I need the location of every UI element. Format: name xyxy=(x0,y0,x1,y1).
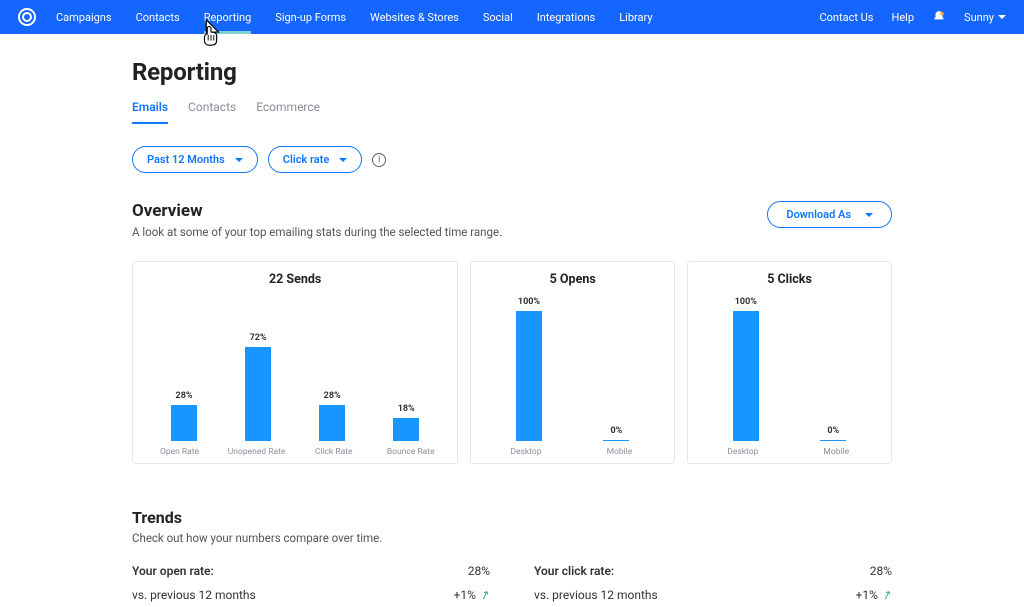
help-link[interactable]: Help xyxy=(892,11,915,24)
chevron-down-icon xyxy=(235,158,243,166)
overview-sub: A look at some of your top emailing stat… xyxy=(132,225,767,239)
chart-value-label: 28% xyxy=(176,391,193,401)
top-nav: Campaigns Contacts Reporting Sign-up Forms W… xyxy=(0,0,1024,34)
nav-item-contacts[interactable]: Contacts xyxy=(136,1,180,34)
trend-column: Your click rate: 28% vs. previous 12 month… xyxy=(534,559,892,607)
brand-logo[interactable] xyxy=(18,8,36,26)
nav-item-websites-stores[interactable]: Websites & Stores xyxy=(370,1,459,34)
chevron-down-icon xyxy=(339,158,347,166)
nav-item-social[interactable]: Social xyxy=(483,1,513,34)
chart-title: 22 Sends xyxy=(141,272,449,287)
chart-x-label: Click Rate xyxy=(304,447,364,457)
trends-sub: Check out how your numbers compare over … xyxy=(132,531,892,545)
chart-bar-fill xyxy=(393,418,419,441)
chart-x-label: Unopened Rate xyxy=(227,447,287,457)
chart-panels: 22 Sends 28% 72% 28% 18% Open Rate Unopened Ra… xyxy=(132,261,892,464)
nav-item-campaigns[interactable]: Campaigns xyxy=(56,1,112,34)
chart-bar-fill xyxy=(516,311,542,441)
chevron-down-icon xyxy=(998,15,1006,23)
chart-x-label: Desktop xyxy=(486,447,566,457)
chart-panel-2: 5 Clicks 100% 0% Desktop Mobile xyxy=(687,261,892,464)
chart-value-label: 0% xyxy=(827,426,839,436)
chart-bar-fill xyxy=(733,311,759,441)
chart-bar-fill xyxy=(319,405,345,441)
chart-bar-fill xyxy=(603,440,629,441)
chart-bar: 100% xyxy=(706,297,786,441)
chart-x-labels: Desktop Mobile xyxy=(479,447,666,457)
trend-row: vs. previous 12 months +1%↗ xyxy=(534,583,892,607)
trend-row: Your click rate: 28% xyxy=(534,559,892,583)
chart-bar-fill xyxy=(820,440,846,441)
chart-bar: 72% xyxy=(228,333,288,441)
download-as-button[interactable]: Download As xyxy=(767,201,892,228)
info-icon[interactable]: i xyxy=(372,153,386,167)
contact-link[interactable]: Contact Us xyxy=(820,11,874,24)
trend-label: Your open rate: xyxy=(132,564,214,578)
chart-value-label: 100% xyxy=(518,297,540,307)
bell-icon[interactable] xyxy=(932,10,946,24)
tab-ecommerce[interactable]: Ecommerce xyxy=(256,100,320,124)
trend-row: vs. previous 12 months +1%↗ xyxy=(132,583,490,607)
chart-bar: 18% xyxy=(376,404,436,441)
chart-x-label: Desktop xyxy=(703,447,783,457)
chart-value-label: 0% xyxy=(611,426,623,436)
user-menu[interactable]: Sunny xyxy=(964,11,1006,24)
chart-bar: 28% xyxy=(154,391,214,441)
chart-bar-fill xyxy=(245,347,271,441)
trends-heading: Trends xyxy=(132,508,892,527)
trend-value: +1%↗ xyxy=(856,588,892,602)
chart-bar: 0% xyxy=(576,426,656,441)
chart-value-label: 72% xyxy=(250,333,267,343)
trend-row: Your open rate: 28% xyxy=(132,559,490,583)
bar-chart: 100% 0% xyxy=(696,291,883,441)
range-filter[interactable]: Past 12 Months xyxy=(132,146,258,173)
metric-filter[interactable]: Click rate xyxy=(268,146,362,173)
chart-bar: 100% xyxy=(489,297,569,441)
nav-item-integrations[interactable]: Integrations xyxy=(537,1,595,34)
chart-panel-0: 22 Sends 28% 72% 28% 18% Open Rate Unopened Ra… xyxy=(132,261,458,464)
chart-value-label: 28% xyxy=(324,391,341,401)
trend-label: vs. previous 12 months xyxy=(132,588,256,602)
trend-up-icon: ↗ xyxy=(880,587,894,604)
page-title: Reporting xyxy=(132,58,892,86)
chart-panel-1: 5 Opens 100% 0% Desktop Mobile xyxy=(470,261,675,464)
chart-bar-fill xyxy=(171,405,197,441)
chart-x-labels: Open Rate Unopened Rate Click Rate Bounce R… xyxy=(141,447,449,457)
chart-x-label: Mobile xyxy=(579,447,659,457)
bar-chart: 28% 72% 28% 18% xyxy=(141,291,449,441)
chart-x-labels: Desktop Mobile xyxy=(696,447,883,457)
chart-title: 5 Opens xyxy=(479,272,666,287)
bar-chart: 100% 0% xyxy=(479,291,666,441)
trend-column: Your open rate: 28% vs. previous 12 months… xyxy=(132,559,490,607)
trend-up-icon: ↗ xyxy=(478,587,492,604)
nav-item-reporting[interactable]: Reporting xyxy=(204,1,252,34)
trends-section: Trends Check out how your numbers compar… xyxy=(132,508,892,607)
tab-contacts[interactable]: Contacts xyxy=(188,100,236,124)
chart-bar: 28% xyxy=(302,391,362,441)
filter-row: Past 12 Months Click rate i xyxy=(132,146,892,173)
chart-bar: 0% xyxy=(793,426,873,441)
trend-value: 28% xyxy=(870,564,892,578)
trend-label: Your click rate: xyxy=(534,564,614,578)
trend-value: +1%↗ xyxy=(454,588,490,602)
chart-value-label: 18% xyxy=(398,404,415,414)
report-tabs: Emails Contacts Ecommerce xyxy=(132,100,892,124)
chart-x-label: Open Rate xyxy=(150,447,210,457)
chart-x-label: Mobile xyxy=(796,447,876,457)
nav-item-library[interactable]: Library xyxy=(619,1,652,34)
chart-value-label: 100% xyxy=(735,297,757,307)
trend-label: vs. previous 12 months xyxy=(534,588,658,602)
chevron-down-icon xyxy=(865,213,873,221)
chart-title: 5 Clicks xyxy=(696,272,883,287)
tab-emails[interactable]: Emails xyxy=(132,100,168,124)
nav-right: Contact Us Help Sunny xyxy=(820,10,1007,24)
trend-value: 28% xyxy=(468,564,490,578)
overview-heading: Overview xyxy=(132,201,767,221)
nav-items: Campaigns Contacts Reporting Sign-up Forms W… xyxy=(56,1,677,34)
nav-item-sign-up-forms[interactable]: Sign-up Forms xyxy=(275,1,346,34)
chart-x-label: Bounce Rate xyxy=(381,447,441,457)
